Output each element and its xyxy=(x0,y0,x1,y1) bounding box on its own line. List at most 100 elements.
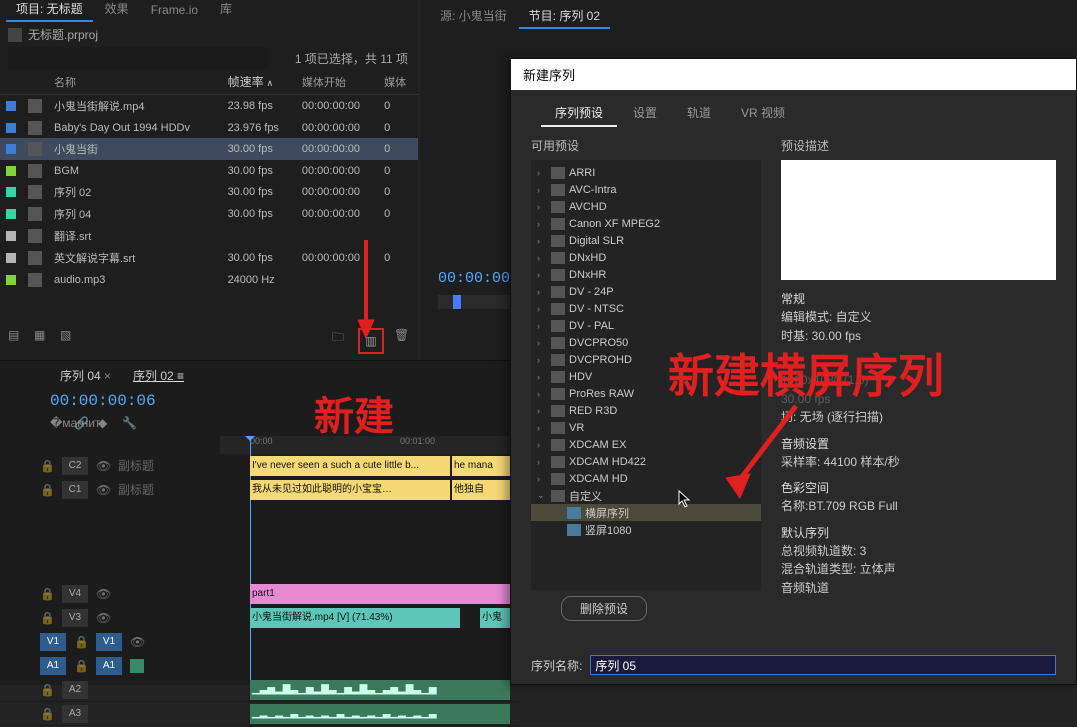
project-file-name: 无标题.prproj xyxy=(28,26,98,43)
lock-icon[interactable]: 🔒 xyxy=(40,459,54,473)
dlg-tab-vr[interactable]: VR 视频 xyxy=(727,100,799,127)
preset-folder[interactable]: ›VR xyxy=(531,419,761,436)
clip-subtitle-cn-1[interactable]: 他独自 xyxy=(452,480,512,500)
preset-desc-label: 预设描述 xyxy=(781,137,1056,154)
track-v3[interactable]: V3 xyxy=(62,609,88,627)
subtitle-track-name-2: 副标题 xyxy=(118,481,154,498)
tab-project[interactable]: 项目: 无标题 xyxy=(6,0,93,22)
track-a3[interactable]: A3 xyxy=(62,705,88,723)
col-media-start[interactable]: 媒体开始 xyxy=(296,69,378,95)
wrench-icon[interactable]: 🔧 xyxy=(122,416,138,432)
project-row[interactable]: 序列 0430.00 fps00:00:00:000 xyxy=(0,203,418,225)
clip-subtitle-cn-0[interactable]: 我从未见过如此聪明的小宝宝… xyxy=(250,480,450,500)
track-a1-src[interactable]: A1 xyxy=(40,657,66,675)
timeline-ruler[interactable]: 00:00 00:01:00 xyxy=(220,436,518,454)
preset-folder[interactable]: ›RED R3D xyxy=(531,402,761,419)
project-row[interactable]: 翻译.srt xyxy=(0,225,418,247)
preset-folder[interactable]: ›AVCHD xyxy=(531,198,761,215)
project-row[interactable]: BGM30.00 fps00:00:00:000 xyxy=(0,160,418,181)
project-selection-status: 1 项已选择，共 11 项 xyxy=(295,50,408,67)
tab-source-monitor[interactable]: 源: 小鬼当街 xyxy=(430,4,517,29)
preset-desc-preview xyxy=(781,160,1056,280)
preset-folder[interactable]: ›XDCAM HD422 xyxy=(531,453,761,470)
project-row[interactable]: 英文解说字幕.srt30.00 fps00:00:00:000 xyxy=(0,247,418,269)
clip-subtitle-en-0[interactable]: I've never seen a such a cute little b..… xyxy=(250,456,450,476)
preset-folder[interactable]: ›ProRes RAW xyxy=(531,385,761,402)
clip-audio-a2[interactable]: ▁▃▅▂▇▃▁▅▂▇▃▁▅▂▇▃▁▃▅▂▇▃▁▅ xyxy=(250,680,510,700)
list-view-icon[interactable]: ▤ xyxy=(8,328,24,344)
track-a2[interactable]: A2 xyxy=(62,681,88,699)
project-row[interactable]: 序列 0230.00 fps00:00:00:000 xyxy=(0,181,418,203)
preset-folder[interactable]: ›DVCPROHD xyxy=(531,351,761,368)
new-sequence-dialog: 新建序列 序列预设 设置 轨道 VR 视频 可用预设 ›ARRI›AVC-Int… xyxy=(510,58,1077,685)
project-row[interactable]: audio.mp324000 Hz xyxy=(0,269,418,290)
dlg-tab-settings[interactable]: 设置 xyxy=(619,100,671,127)
dialog-title: 新建序列 xyxy=(511,59,1076,90)
timeline-playhead-time[interactable]: 00:00:00:06 xyxy=(0,390,518,412)
project-icon xyxy=(8,28,22,42)
timeline-tab-0[interactable]: 序列 04 × xyxy=(50,365,121,386)
preset-folder[interactable]: ›XDCAM HD xyxy=(531,470,761,487)
track-v1[interactable]: V1 xyxy=(96,633,122,651)
col-media-in[interactable]: 媒体 xyxy=(378,69,418,95)
lock-icon[interactable]: 🔒 xyxy=(40,483,54,497)
sequence-name-input[interactable] xyxy=(590,655,1056,675)
tab-library[interactable]: 库 xyxy=(210,0,242,22)
track-v1-src[interactable]: V1 xyxy=(40,633,66,651)
project-row[interactable]: 小鬼当街30.00 fps00:00:00:000 xyxy=(0,138,418,160)
timeline-panel: 序列 04 × 序列 02 ≡ 00:00:00:06 �магнит 🔗 ◆ … xyxy=(0,360,518,685)
preset-folder[interactable]: ›ARRI xyxy=(531,164,761,181)
preset-folder-custom[interactable]: ⌄自定义 xyxy=(531,487,761,504)
subtitle-track-name: 副标题 xyxy=(118,457,154,474)
preset-folder[interactable]: ›AVC-Intra xyxy=(531,181,761,198)
dlg-tab-tracks[interactable]: 轨道 xyxy=(673,100,725,127)
preset-folder[interactable]: ›DV - 24P xyxy=(531,283,761,300)
project-row[interactable]: 小鬼当街解说.mp423.98 fps00:00:00:000 xyxy=(0,95,418,118)
eye-icon[interactable]: 👁 xyxy=(96,483,110,497)
icon-view-icon[interactable]: ▦ xyxy=(34,328,50,344)
preset-folder[interactable]: ›DNxHD xyxy=(531,249,761,266)
clip-v3[interactable]: 小鬼当街解说.mp4 [V] (71.43%) xyxy=(250,608,460,628)
sequence-name-label: 序列名称: xyxy=(531,657,582,674)
preset-folder[interactable]: ›DNxHR xyxy=(531,266,761,283)
delete-preset-button[interactable]: 删除预设 xyxy=(561,596,647,621)
project-bin-table[interactable]: 名称 帧速率 ∧ 媒体开始 媒体 小鬼当街解说.mp423.98 fps00:0… xyxy=(0,69,418,290)
clip-v3b[interactable]: 小鬼 xyxy=(480,608,510,628)
tab-effects[interactable]: 效果 xyxy=(95,0,139,22)
mouse-cursor-icon xyxy=(678,490,692,508)
marker-icon[interactable]: ◆ xyxy=(98,416,114,432)
link-icon[interactable]: 🔗 xyxy=(74,416,90,432)
eye-icon[interactable]: 👁 xyxy=(96,459,110,473)
col-name[interactable]: 名称 xyxy=(48,69,222,95)
track-label-c1[interactable]: C1 xyxy=(62,481,88,499)
snap-icon[interactable]: �магнит xyxy=(50,416,66,432)
preset-folder[interactable]: ›DV - PAL xyxy=(531,317,761,334)
preset-item[interactable]: 横屏序列 xyxy=(531,504,761,521)
freeform-view-icon[interactable]: ▧ xyxy=(60,328,76,344)
track-v4[interactable]: V4 xyxy=(62,585,88,603)
new-bin-icon[interactable]: 🗀 xyxy=(332,328,348,344)
clip-v4[interactable]: part1 xyxy=(250,584,510,604)
track-label-c2[interactable]: C2 xyxy=(62,457,88,475)
timeline-tab-1[interactable]: 序列 02 ≡ xyxy=(123,365,194,386)
clip-audio-a3[interactable]: ▁▂▁▂▁▃▁▂▁▂▁▃▁▂▁▂▁▃▁▂▁▂▁▃ xyxy=(250,704,510,724)
preset-folder[interactable]: ›Digital SLR xyxy=(531,232,761,249)
preset-folder[interactable]: ›Canon XF MPEG2 xyxy=(531,215,761,232)
trash-icon[interactable]: 🗑 xyxy=(394,328,410,344)
track-a1[interactable]: A1 xyxy=(96,657,122,675)
clip-subtitle-en-1[interactable]: he mana xyxy=(452,456,512,476)
project-panel-tabs: 项目: 无标题 效果 Frame.io 库 xyxy=(0,0,418,22)
preset-tree[interactable]: ›ARRI›AVC-Intra›AVCHD›Canon XF MPEG2›Dig… xyxy=(531,160,761,590)
project-search-input[interactable] xyxy=(8,47,268,69)
dlg-tab-presets[interactable]: 序列预设 xyxy=(541,100,617,127)
preset-folder[interactable]: ›HDV xyxy=(531,368,761,385)
col-framerate[interactable]: 帧速率 ∧ xyxy=(222,69,296,95)
preset-item[interactable]: 竖屏1080 xyxy=(531,521,761,538)
project-row[interactable]: Baby's Day Out 1994 HDDv23.976 fps00:00:… xyxy=(0,117,418,138)
tab-program-monitor[interactable]: 节目: 序列 02 xyxy=(519,4,610,29)
preset-folder[interactable]: ›XDCAM EX xyxy=(531,436,761,453)
preset-folder[interactable]: ›DVCPRO50 xyxy=(531,334,761,351)
new-item-button[interactable]: ▥ xyxy=(358,328,384,354)
tab-frameio[interactable]: Frame.io xyxy=(141,0,208,22)
preset-folder[interactable]: ›DV - NTSC xyxy=(531,300,761,317)
